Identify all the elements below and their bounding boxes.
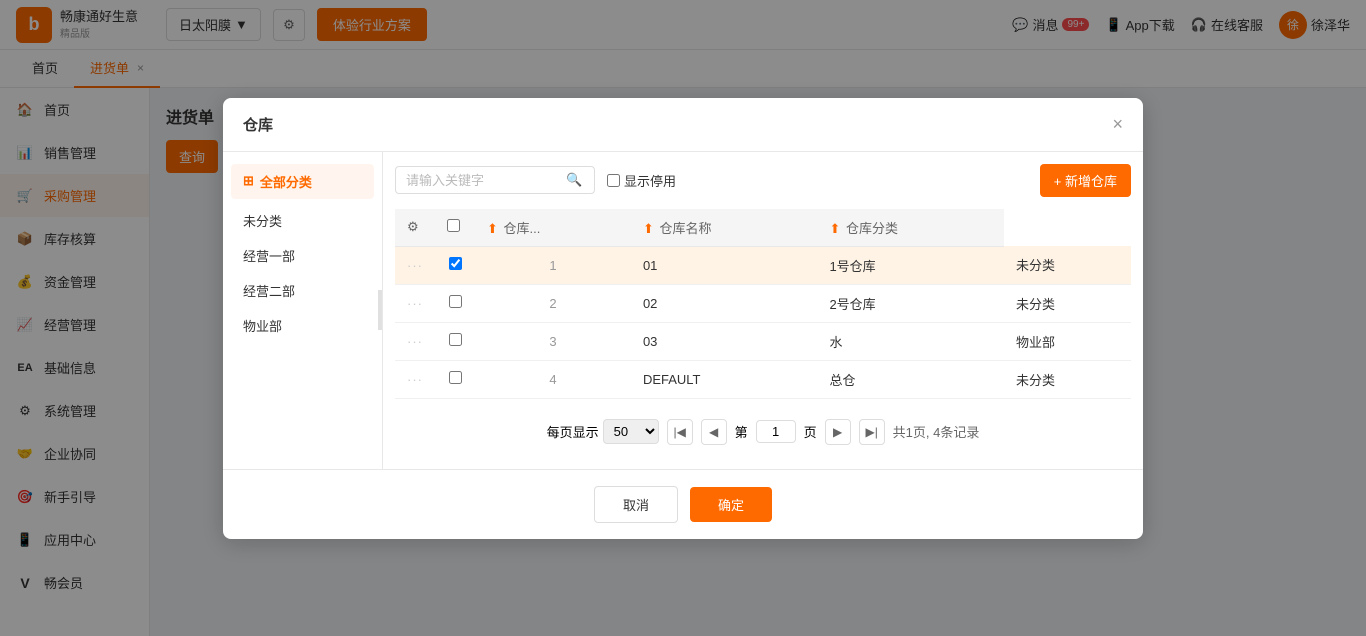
table-row[interactable]: ··· 1 01 1号仓库 未分类 [395,246,1131,284]
category-unclassified[interactable]: 未分类 [223,203,382,238]
row-category: 未分类 [1004,284,1131,322]
prev-page-button[interactable]: ◀ [701,419,727,445]
row-seq: 3 [475,322,631,360]
sort-icon-name: ⬆ [643,221,654,236]
category-all[interactable]: ⊞ 全部分类 [231,164,374,199]
col-name: ⬆ 仓库名称 [631,209,818,247]
more-icon[interactable]: ··· [407,334,423,349]
row-action: ··· [395,360,435,398]
row-seq: 4 [475,360,631,398]
category-panel: ⊞ 全部分类 未分类 经营一部 经营二部 物业部 《 [223,152,383,469]
next-page-button[interactable]: ▶ [825,419,851,445]
more-icon[interactable]: ··· [407,372,423,387]
search-icon[interactable]: 🔍 [566,172,582,188]
col-code: ⬆ 仓库... [475,209,631,247]
modal-body: ⊞ 全部分类 未分类 经营一部 经营二部 物业部 《 [223,152,1143,469]
modal-overlay: 仓库 × ⊞ 全部分类 未分类 经营一部 经营二部 [0,0,1366,636]
row-name: 水 [817,322,1004,360]
search-bar: 🔍 显示停用 + 新增仓库 [395,164,1131,197]
more-icon[interactable]: ··· [407,258,423,273]
col-category: ⬆ 仓库分类 [817,209,1004,247]
warehouse-modal: 仓库 × ⊞ 全部分类 未分类 经营一部 经营二部 [223,98,1143,539]
show-disabled-checkbox[interactable] [607,174,620,187]
row-category: 物业部 [1004,322,1131,360]
row-action: ··· [395,322,435,360]
row-code: 01 [631,246,818,284]
table-row[interactable]: ··· 4 DEFAULT 总仓 未分类 [395,360,1131,398]
table-row[interactable]: ··· 3 03 水 物业部 [395,322,1131,360]
row-checkbox[interactable] [449,295,462,308]
row-code: DEFAULT [631,360,818,398]
row-name: 1号仓库 [817,246,1004,284]
row-checkbox[interactable] [449,257,462,270]
category-ops2[interactable]: 经营二部 [223,273,382,308]
page-size-select[interactable]: 50 100 [603,419,659,444]
category-ops1[interactable]: 经营一部 [223,238,382,273]
row-name: 2号仓库 [817,284,1004,322]
row-seq: 1 [475,246,631,284]
grid-icon: ⊞ [243,173,254,189]
row-name: 总仓 [817,360,1004,398]
row-checkbox-cell [435,246,475,284]
col-checkbox [435,209,475,247]
page-size-wrap: 每页显示 50 100 [547,419,659,444]
row-checkbox-cell [435,322,475,360]
select-all-checkbox[interactable] [447,219,460,232]
collapse-panel-button[interactable]: 《 [378,290,383,330]
row-checkbox[interactable] [449,371,462,384]
row-code: 02 [631,284,818,322]
show-disabled-wrap: 显示停用 [607,171,676,190]
page-input[interactable] [756,420,796,443]
col-settings: ⚙ [395,209,435,247]
modal-footer: 取消 确定 [223,469,1143,539]
sort-icon: ⬆ [487,221,498,236]
row-category: 未分类 [1004,360,1131,398]
modal-close-button[interactable]: × [1112,114,1123,135]
row-checkbox[interactable] [449,333,462,346]
pagination: 每页显示 50 100 |◀ ◀ 第 页 ▶ ▶| 共1页, 4条记录 [395,407,1131,457]
table-container: ⚙ ⬆ 仓库... ⬆ 仓库名称 [395,209,1131,399]
row-checkbox-cell [435,284,475,322]
search-input-wrap: 🔍 [395,166,595,194]
category-property[interactable]: 物业部 [223,308,382,343]
search-input[interactable] [406,173,566,188]
table-row[interactable]: ··· 2 02 2号仓库 未分类 [395,284,1131,322]
more-icon[interactable]: ··· [407,296,423,311]
row-code: 03 [631,322,818,360]
last-page-button[interactable]: ▶| [859,419,885,445]
sort-icon-cat: ⬆ [829,221,840,236]
modal-header: 仓库 × [223,98,1143,152]
row-action: ··· [395,246,435,284]
modal-title: 仓库 [243,114,273,135]
cancel-button[interactable]: 取消 [594,486,678,523]
new-warehouse-button[interactable]: + 新增仓库 [1040,164,1131,197]
first-page-button[interactable]: |◀ [667,419,693,445]
row-action: ··· [395,284,435,322]
content-panel: 🔍 显示停用 + 新增仓库 ⚙ [383,152,1143,469]
row-seq: 2 [475,284,631,322]
confirm-button[interactable]: 确定 [690,487,772,522]
row-category: 未分类 [1004,246,1131,284]
page-total: 共1页, 4条记录 [893,422,980,441]
warehouse-table: ⚙ ⬆ 仓库... ⬆ 仓库名称 [395,209,1131,399]
row-checkbox-cell [435,360,475,398]
